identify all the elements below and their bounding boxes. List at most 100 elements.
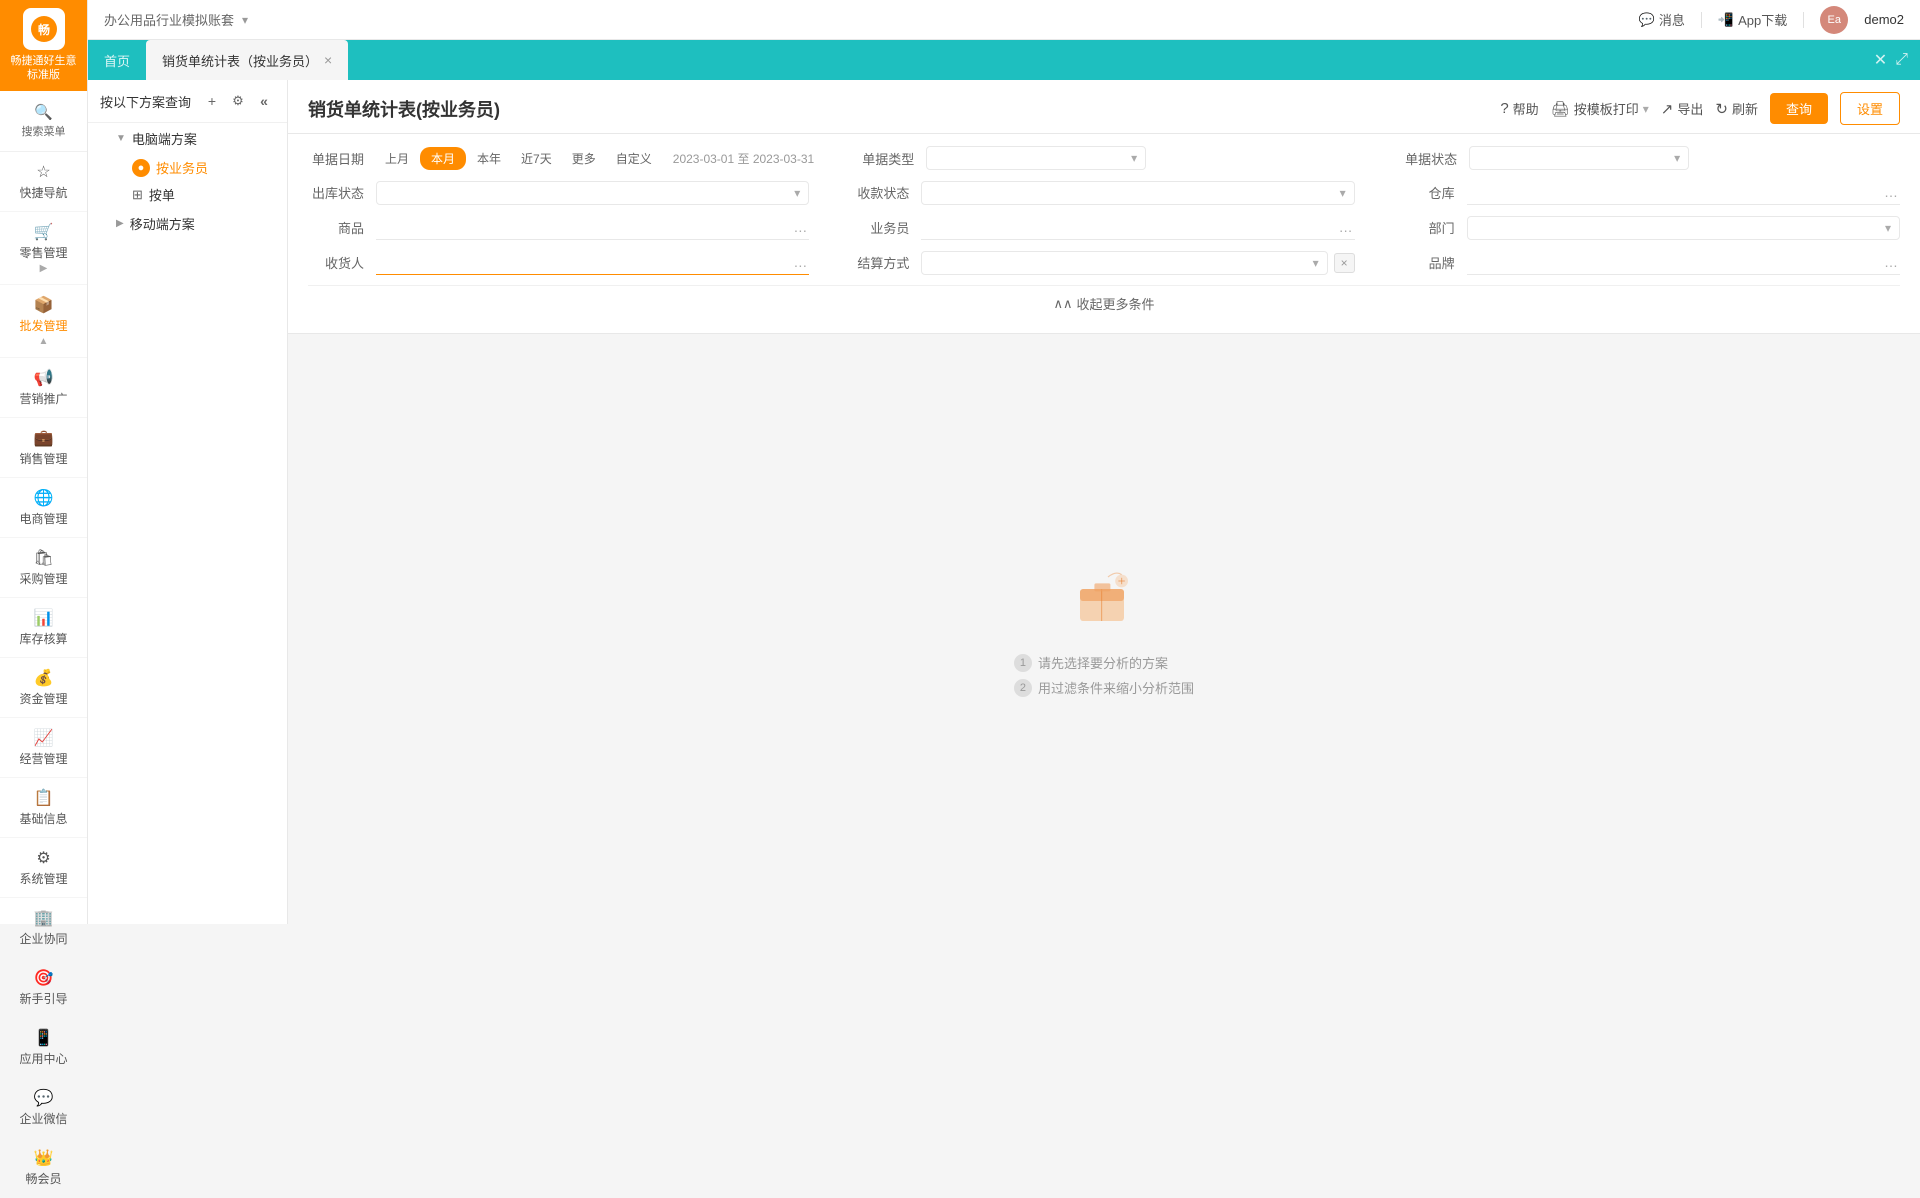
inventory-icon: 📊	[34, 608, 54, 628]
page-header: 销货单统计表(按业务员) ? 帮助 🖨 按模板打印 ▾ ↗ 导出	[288, 80, 1920, 134]
date-tab-last-month[interactable]: 上月	[376, 147, 418, 170]
settlement-select[interactable]: ▾	[921, 251, 1327, 275]
brand-input[interactable]: …	[1467, 250, 1900, 275]
logo-text: 畅捷通好生意 标准版	[11, 54, 77, 83]
payment-select[interactable]: ▾	[921, 181, 1354, 205]
sidebar-item-sales[interactable]: 💼 销售管理	[0, 418, 87, 478]
collapse-filters-button[interactable]: ∧∧ 收起更多条件	[1041, 290, 1166, 317]
tree-desktop-item-order[interactable]: ⊞ 按单	[88, 181, 287, 208]
export-button[interactable]: ↗ 导出	[1661, 99, 1704, 118]
date-tab-custom[interactable]: 自定义	[607, 147, 661, 170]
header-divider-1	[1701, 12, 1702, 28]
doc-type-select[interactable]: ▾	[926, 146, 1146, 170]
doc-status-select[interactable]: ▾	[1469, 146, 1689, 170]
date-tab-this-month[interactable]: 本月	[420, 147, 466, 170]
refresh-icon: ↻	[1715, 100, 1728, 118]
svg-text:畅: 畅	[37, 22, 49, 37]
empty-state: 1 请先选择要分析的方案 2 用过滤条件来缩小分析范围	[1014, 561, 1194, 697]
goods-input[interactable]: …	[376, 215, 809, 240]
department-select[interactable]: ▾	[1467, 216, 1900, 240]
sidebar-item-enterprise[interactable]: 🏢 企业协同	[0, 898, 87, 958]
sidebar-item-retail[interactable]: 🛒 零售管理 ▶	[0, 212, 87, 285]
sidebar-item-wechat[interactable]: 💬 企业微信	[0, 1078, 87, 1138]
tree-desktop-item-salesperson[interactable]: ● 按业务员	[88, 154, 287, 181]
collapse-panel-button[interactable]: «	[253, 90, 275, 112]
sales-icon: 💼	[34, 428, 54, 448]
sidebar-item-base[interactable]: 📋 基础信息	[0, 778, 87, 838]
ecommerce-icon: 🌐	[34, 488, 54, 508]
sidebar-item-purchase[interactable]: 🛍 采购管理	[0, 538, 87, 598]
tree-desktop-item2-label: 按单	[149, 185, 175, 204]
consignee-dots-button[interactable]: …	[793, 254, 807, 270]
delivery-select[interactable]: ▾	[376, 181, 809, 205]
department-label: 部门	[1399, 218, 1455, 237]
salesperson-input[interactable]: …	[921, 215, 1354, 240]
sidebar-logo[interactable]: 畅 畅捷通好生意 标准版	[0, 0, 87, 91]
data-area: 1 请先选择要分析的方案 2 用过滤条件来缩小分析范围	[288, 334, 1920, 924]
tree-desktop-section[interactable]: ▼ 电脑端方案	[88, 123, 287, 154]
close-window-icon[interactable]: ✕	[1874, 50, 1887, 70]
tab-sales-stat[interactable]: 销货单统计表（按业务员） ×	[146, 40, 348, 80]
help-button[interactable]: ? 帮助	[1500, 99, 1538, 118]
hint-num-1: 1	[1014, 654, 1032, 672]
user-name[interactable]: demo2	[1864, 12, 1904, 27]
tree-mobile-section[interactable]: ▶ 移动端方案	[88, 208, 287, 239]
tree-mobile-label: 移动端方案	[130, 214, 195, 233]
settlement-x-icon[interactable]: ×	[1341, 256, 1348, 270]
sidebar-item-wholesale[interactable]: 📦 批发管理 ▲	[0, 285, 87, 358]
sidebar-item-marketing[interactable]: 📢 营销推广	[0, 358, 87, 418]
sidebar-item-finance[interactable]: 💰 资金管理	[0, 658, 87, 718]
sidebar-item-ecommerce[interactable]: 🌐 电商管理	[0, 478, 87, 538]
scheme-settings-button[interactable]: ⚙	[227, 90, 249, 112]
salesperson-dots-button[interactable]: …	[1339, 219, 1353, 235]
finance-icon: 💰	[34, 668, 54, 688]
search-menu-button[interactable]: 🔍 搜索菜单	[6, 99, 81, 143]
message-button[interactable]: 💬 消息	[1639, 10, 1685, 29]
tree-desktop-label: 电脑端方案	[132, 129, 197, 148]
header-divider-2	[1803, 12, 1804, 28]
warehouse-input[interactable]: …	[1467, 180, 1900, 205]
sidebar-item-inventory[interactable]: 📊 库存核算	[0, 598, 87, 658]
wholesale-icon: 📦	[34, 295, 54, 315]
delivery-label: 出库状态	[308, 183, 364, 202]
tree-desktop-item-label: 按业务员	[156, 158, 208, 177]
sidebar-item-operations[interactable]: 📈 经营管理	[0, 718, 87, 778]
date-tab-more[interactable]: 更多	[563, 147, 605, 170]
tab-home[interactable]: 首页	[88, 40, 146, 80]
settlement-clear-tag[interactable]: ×	[1334, 253, 1355, 273]
logo-icon: 畅	[23, 8, 65, 50]
query-button[interactable]: 查询	[1770, 93, 1828, 124]
sidebar-item-system[interactable]: ⚙ 系统管理	[0, 838, 87, 898]
add-scheme-button[interactable]: +	[201, 90, 223, 112]
sidebar-item-appstore[interactable]: 📱 应用中心	[0, 1018, 87, 1078]
print-template-button[interactable]: 🖨 按模板打印 ▾	[1551, 99, 1649, 118]
user-avatar[interactable]: Ea	[1820, 6, 1848, 34]
app-download-button[interactable]: 📲 App下载	[1718, 10, 1787, 29]
title-dropdown-arrow[interactable]: ▾	[242, 13, 248, 27]
brand-dots-button[interactable]: …	[1884, 254, 1898, 270]
warehouse-dots-button[interactable]: …	[1884, 184, 1898, 200]
maximize-icon[interactable]: ⤢	[1895, 51, 1908, 69]
settlement-arrow: ▾	[1313, 256, 1319, 270]
tab-close-icon[interactable]: ×	[324, 52, 332, 68]
doc-status-label: 单据状态	[1401, 149, 1457, 168]
member-icon: 👑	[34, 1148, 54, 1168]
sidebar-item-quick-nav[interactable]: ☆ 快捷导航	[0, 152, 87, 212]
operations-icon: 📈	[34, 728, 54, 748]
sidebar-item-member[interactable]: 👑 畅会员	[0, 1138, 87, 1198]
date-tab-this-year[interactable]: 本年	[468, 147, 510, 170]
chevron-down-icon: ▲	[39, 336, 49, 347]
delivery-arrow: ▾	[794, 186, 800, 200]
date-tab-last-7[interactable]: 近7天	[512, 147, 561, 170]
settings-button[interactable]: 设置	[1840, 92, 1900, 125]
date-filter-control: 上月 本月 本年 近7天 更多 自定义 2023-03-01 至 2023-03…	[376, 147, 814, 170]
question-icon: ?	[1500, 100, 1508, 117]
filter-row-3: 商品 … 业务员 … 部门	[308, 215, 1900, 240]
app-title: 办公用品行业模拟账套	[104, 10, 234, 29]
sidebar-item-guide[interactable]: 🎯 新手引导	[0, 958, 87, 1018]
consignee-input[interactable]: …	[376, 250, 809, 275]
refresh-button[interactable]: ↻ 刷新	[1715, 99, 1758, 118]
system-icon: ⚙	[36, 848, 50, 868]
goods-dots-button[interactable]: …	[793, 219, 807, 235]
tab-maximize-button[interactable]: ✕ ⤢	[1874, 50, 1920, 70]
